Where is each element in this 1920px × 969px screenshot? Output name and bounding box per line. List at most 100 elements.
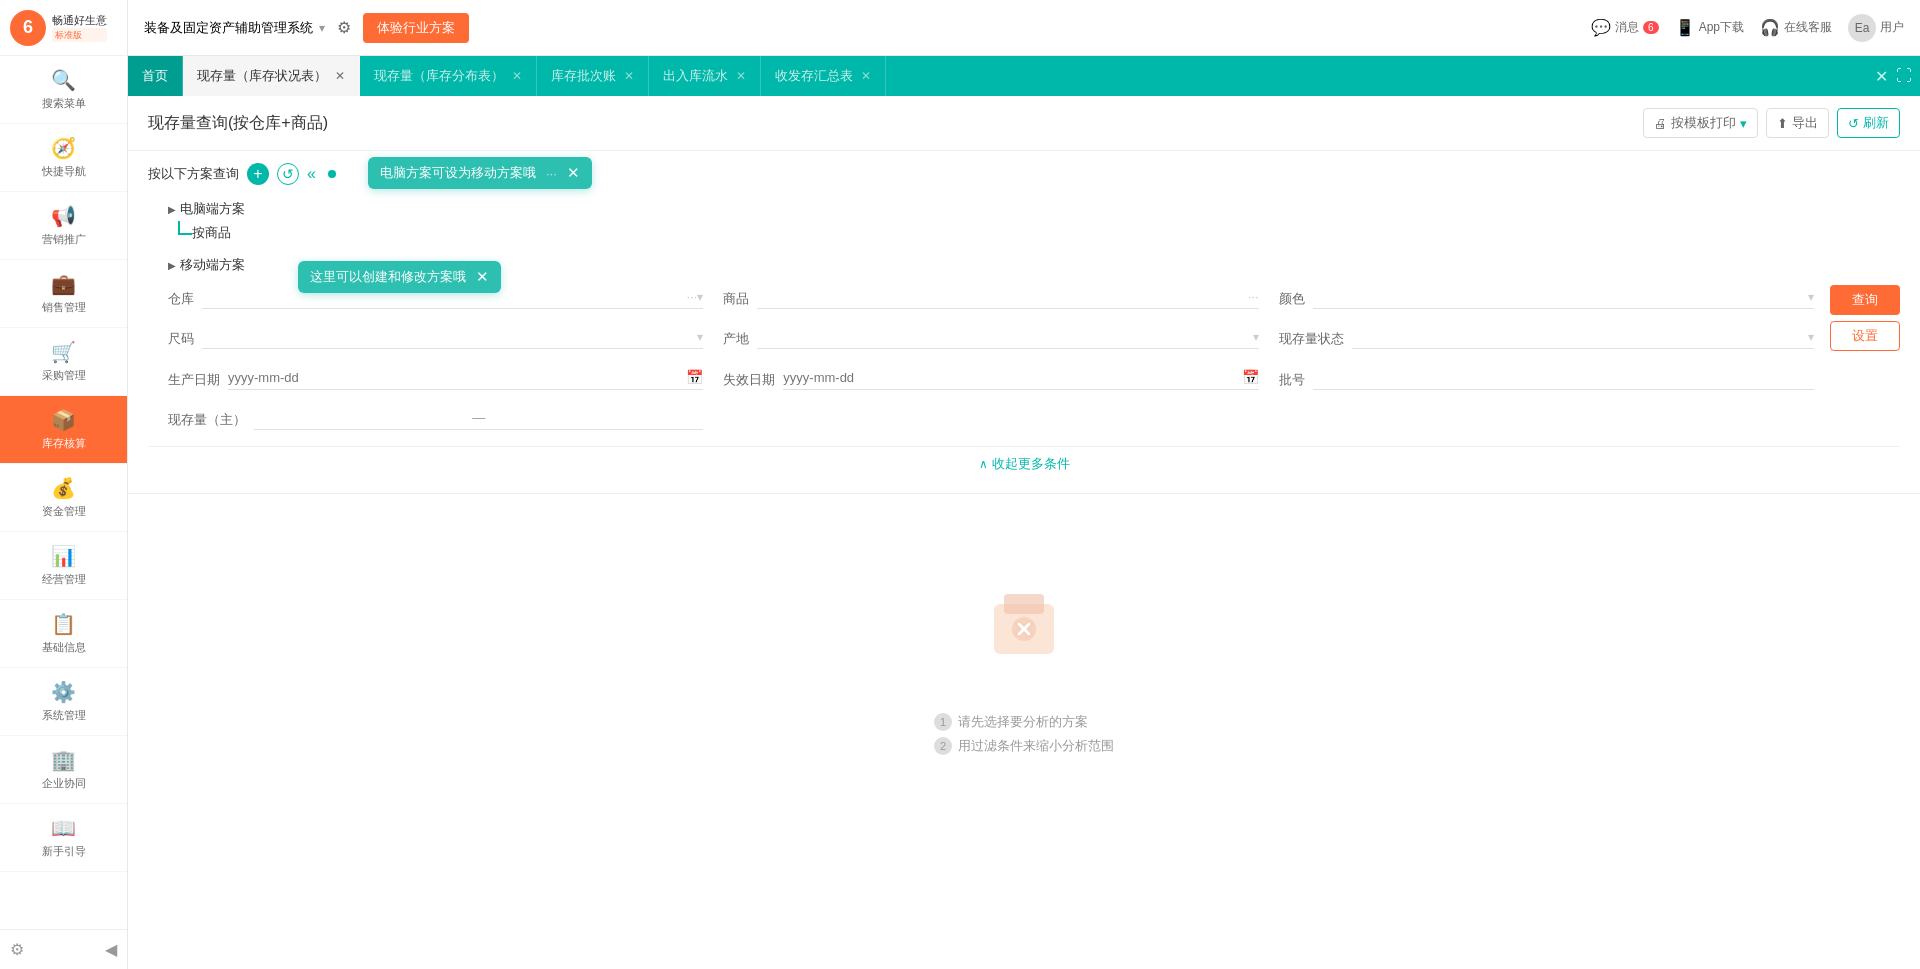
warehouse-label: 仓库 [168, 290, 194, 308]
sidebar-item-sales[interactable]: 💼 销售管理 [0, 260, 127, 328]
page-header: 现存量查询(按仓库+商品) 🖨 按模板打印 ▾ ⬆ 导出 ↺ 刷新 [128, 96, 1920, 151]
sidebar-item-enterprise[interactable]: 🏢 企业协同 [0, 736, 127, 804]
warehouse-dropdown-icon[interactable]: ▾ [697, 290, 703, 304]
dot [328, 170, 336, 178]
product-input[interactable] [757, 289, 1247, 304]
step-num-1: 1 [934, 713, 952, 731]
batch-no-control [1313, 370, 1814, 390]
inventory-status-dropdown-icon[interactable]: ▾ [1808, 330, 1814, 344]
scheme-tooltip-close[interactable]: ✕ [567, 164, 580, 182]
product-more-icon[interactable]: ··· [1248, 289, 1259, 304]
expiry-date-start[interactable] [783, 370, 1241, 385]
sidebar-item-marketing[interactable]: 📢 营销推广 [0, 192, 127, 260]
sidebar-item-guide[interactable]: 📖 新手引导 [0, 804, 127, 872]
stock-qty-min[interactable] [254, 410, 468, 425]
message-button[interactable]: 💬 消息 6 [1591, 18, 1659, 37]
field-row-inventory-status: 现存量状态 ▾ [1279, 325, 1814, 353]
batch-no-input[interactable] [1313, 370, 1814, 385]
tab-collect-label: 收发存汇总表 [775, 67, 853, 85]
sidebar-item-operation[interactable]: 📊 经营管理 [0, 532, 127, 600]
sidebar-item-finance[interactable]: 💰 资金管理 [0, 464, 127, 532]
color-input[interactable] [1313, 289, 1808, 304]
reset-button[interactable]: 设置 [1830, 321, 1900, 351]
print-button[interactable]: 🖨 按模板打印 ▾ [1643, 108, 1758, 138]
settings-gear-icon[interactable]: ⚙ [337, 18, 351, 37]
production-date-start[interactable] [228, 370, 686, 385]
sidebar-item-purchase[interactable]: 🛒 采购管理 [0, 328, 127, 396]
origin-input[interactable] [757, 329, 1252, 344]
sidebar-item-quick[interactable]: 🧭 快捷导航 [0, 124, 127, 192]
scheme-edit-tooltip-close[interactable]: ✕ [476, 268, 489, 286]
tab-close-icon[interactable]: ✕ [624, 69, 634, 83]
field-row-origin: 产地 ▾ [723, 325, 1258, 353]
tab-batch[interactable]: 库存批次账 ✕ [537, 56, 649, 96]
inventory-icon: 📦 [51, 408, 76, 432]
origin-control: ▾ [757, 329, 1258, 349]
tab-close-icon[interactable]: ✕ [861, 69, 871, 83]
system-selector[interactable]: 装备及固定资产辅助管理系统 ▾ [144, 19, 325, 37]
sidebar-item-label: 企业协同 [42, 776, 86, 791]
refresh-icon: ↺ [1848, 116, 1859, 131]
sidebar-collapse-button[interactable]: ◀ [105, 940, 117, 959]
experience-button[interactable]: 体验行业方案 [363, 13, 469, 43]
production-date-calendar-icon[interactable]: 📅 [686, 369, 703, 385]
refresh-button[interactable]: ↺ 刷新 [1837, 108, 1900, 138]
origin-dropdown-icon[interactable]: ▾ [1253, 330, 1259, 344]
header-left: 装备及固定资产辅助管理系统 ▾ ⚙ 体验行业方案 [144, 13, 469, 43]
connector-line [178, 221, 192, 235]
scheme-item-product[interactable]: 按商品 [192, 221, 1900, 245]
filter-arrow-button[interactable]: « [307, 165, 316, 183]
sidebar-item-label: 库存核算 [42, 436, 86, 451]
sidebar-item-system[interactable]: ⚙️ 系统管理 [0, 668, 127, 736]
collapse-bar[interactable]: ∧ 收起更多条件 [148, 446, 1900, 481]
message-label: 消息 [1615, 19, 1639, 36]
tab-inventory-status[interactable]: 现存量（库存状况表） ✕ [183, 56, 360, 96]
search-button[interactable]: 查询 [1830, 285, 1900, 315]
empty-steps: 1 请先选择要分析的方案 2 用过滤条件来缩小分析范围 [934, 713, 1114, 761]
tab-home[interactable]: 首页 [128, 56, 183, 96]
marketing-icon: 📢 [51, 204, 76, 228]
user-menu[interactable]: Ea 用户 [1848, 14, 1904, 42]
color-label: 颜色 [1279, 290, 1305, 308]
filter-add-button[interactable]: + [247, 163, 269, 185]
stock-qty-control: — [254, 410, 703, 430]
expiry-date-label: 失效日期 [723, 371, 775, 389]
scheme-more-dots[interactable]: ··· [546, 166, 557, 181]
app-download-icon: 📱 [1675, 18, 1695, 37]
scheme-edit-tooltip-text: 这里可以创建和修改方案哦 [310, 268, 466, 286]
app-download-button[interactable]: 📱 App下载 [1675, 18, 1744, 37]
scheme-tree-pc[interactable]: ▶ 电脑端方案 [168, 197, 1900, 221]
tab-close-icon[interactable]: ✕ [335, 69, 345, 83]
tab-close-all-icon[interactable]: ✕ [1875, 67, 1888, 86]
sidebar-item-basic[interactable]: 📋 基础信息 [0, 600, 127, 668]
inventory-status-label: 现存量状态 [1279, 330, 1344, 348]
sidebar-settings-button[interactable]: ⚙ [10, 940, 24, 959]
expiry-date-calendar-icon[interactable]: 📅 [1242, 369, 1259, 385]
sidebar-footer: ⚙ ◀ [0, 929, 127, 969]
svg-rect-1 [1004, 594, 1044, 614]
sidebar-item-search[interactable]: 🔍 搜索菜单 [0, 56, 127, 124]
export-icon: ⬆ [1777, 116, 1788, 131]
tab-close-icon[interactable]: ✕ [736, 69, 746, 83]
stock-qty-max[interactable] [489, 410, 703, 425]
tab-inout[interactable]: 出入库流水 ✕ [649, 56, 761, 96]
tab-fullscreen-icon[interactable]: ⛶ [1896, 67, 1912, 85]
tab-close-icon[interactable]: ✕ [512, 69, 522, 83]
header: 装备及固定资产辅助管理系统 ▾ ⚙ 体验行业方案 💬 消息 6 📱 App下载 … [128, 0, 1920, 56]
warehouse-more-icon[interactable]: ··· [686, 289, 697, 304]
sidebar: 6 畅通好生意 标准版 🔍 搜索菜单 🧭 快捷导航 📢 营销推广 💼 销售管理 … [0, 0, 128, 969]
size-dropdown-icon[interactable]: ▾ [697, 330, 703, 344]
filter-refresh-button[interactable]: ↺ [277, 163, 299, 185]
sidebar-item-inventory[interactable]: 📦 库存核算 [0, 396, 127, 464]
export-button[interactable]: ⬆ 导出 [1766, 108, 1829, 138]
tab-collect[interactable]: 收发存汇总表 ✕ [761, 56, 886, 96]
tab-inventory-dist[interactable]: 现存量（库存分布表） ✕ [360, 56, 537, 96]
size-input[interactable] [202, 329, 697, 344]
online-service-button[interactable]: 🎧 在线客服 [1760, 18, 1832, 37]
color-dropdown-icon[interactable]: ▾ [1808, 290, 1814, 304]
main-content: 现存量查询(按仓库+商品) 🖨 按模板打印 ▾ ⬆ 导出 ↺ 刷新 [128, 96, 1920, 969]
filter-label: 按以下方案查询 [148, 165, 239, 183]
service-icon: 🎧 [1760, 18, 1780, 37]
inventory-status-input[interactable] [1352, 329, 1808, 344]
pc-expand-arrow: ▶ [168, 204, 176, 215]
